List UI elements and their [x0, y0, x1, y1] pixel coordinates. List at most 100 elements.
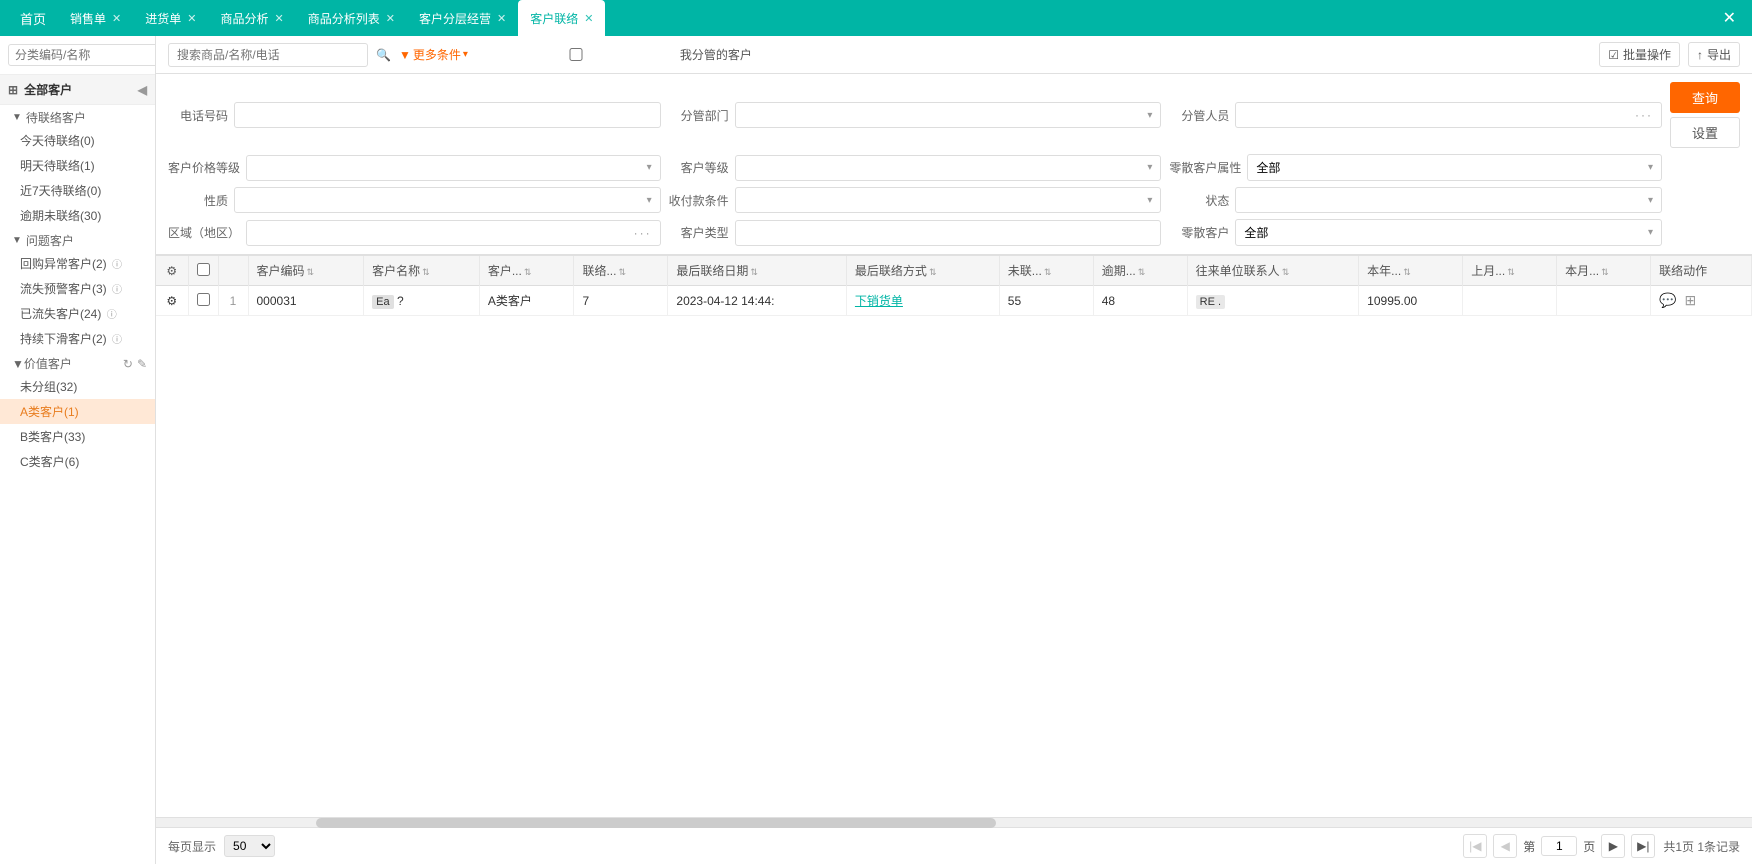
- search-button[interactable]: 🔍: [376, 48, 391, 62]
- sidebar-collapse-button[interactable]: ◀: [138, 83, 147, 97]
- row-gear[interactable]: ⚙: [156, 286, 188, 316]
- filter-row-3: 性质 ▾ 收付款条件 ▾ 状态: [168, 187, 1740, 213]
- my-customers-checkbox[interactable]: [476, 48, 676, 61]
- export-button[interactable]: ↑ 导出: [1688, 42, 1740, 67]
- sidebar-item-today-contact[interactable]: 今天待联络(0): [0, 128, 155, 153]
- row-last-contact-method[interactable]: 下销货单: [846, 286, 999, 316]
- sidebar-item-churn-warning[interactable]: 流失预警客户(3) ⓘ: [0, 276, 155, 301]
- sidebar-item-tomorrow-contact[interactable]: 明天待联络(1): [0, 153, 155, 178]
- nav-tab-sales[interactable]: 销售单 ✕: [58, 0, 133, 36]
- page-number-input[interactable]: [1541, 836, 1577, 856]
- nav-tab-customer-contact[interactable]: 客户联络 ✕: [518, 0, 605, 36]
- prev-page-button[interactable]: ◀: [1493, 834, 1517, 858]
- window-close-button[interactable]: ✕: [1715, 8, 1744, 28]
- retail-attr-chevron: ▾: [1648, 162, 1653, 173]
- message-icon[interactable]: 💬: [1659, 292, 1676, 309]
- info-icon-3: ⓘ: [107, 310, 117, 321]
- code-column-header[interactable]: 客户编码⇅: [248, 256, 364, 286]
- last-contact-date-column-header[interactable]: 最后联络日期⇅: [668, 256, 847, 286]
- my-customers-filter[interactable]: 我分管的客户: [476, 46, 752, 63]
- last-page-button[interactable]: ▶|: [1631, 834, 1655, 858]
- category-search-input[interactable]: [8, 44, 156, 66]
- this-month-column-header[interactable]: 本月...⇅: [1557, 256, 1651, 286]
- row-checkbox-cell[interactable]: [188, 286, 218, 316]
- nav-tab-analysis-list[interactable]: 商品分析列表 ✕: [296, 0, 407, 36]
- filter-row-4: 区域（地区） ··· 客户类型 零散客户 全部 ▾: [168, 219, 1740, 246]
- next-page-button[interactable]: ▶: [1601, 834, 1625, 858]
- select-all-checkbox[interactable]: [197, 263, 210, 276]
- row-uncontacted: 55: [999, 286, 1093, 316]
- this-year-column-header[interactable]: 本年...⇅: [1359, 256, 1463, 286]
- check-column-header[interactable]: [188, 256, 218, 286]
- method-sort-icon: ⇅: [929, 267, 937, 277]
- price-level-field: 客户价格等级 ▾: [168, 155, 661, 181]
- horizontal-scrollbar-track[interactable]: [156, 817, 1752, 827]
- overdue-column-header[interactable]: 逾期...⇅: [1093, 256, 1187, 286]
- value-customers-group-label: ▼ 价值客户 ↻ ✎: [0, 351, 155, 374]
- nav-tab-analysis[interactable]: 商品分析 ✕: [208, 0, 295, 36]
- sidebar-item-ungrouped[interactable]: 未分组(32): [0, 374, 155, 399]
- sidebar-item-churned[interactable]: 已流失客户(24) ⓘ: [0, 301, 155, 326]
- name-column-header[interactable]: 客户名称⇅: [364, 256, 480, 286]
- close-customer-contact-tab[interactable]: ✕: [584, 12, 593, 25]
- close-analysis-tab[interactable]: ✕: [275, 12, 284, 25]
- row-code[interactable]: 000031: [248, 286, 364, 316]
- nature-chevron: ▾: [647, 195, 652, 206]
- customer-level-label: 客户等级: [669, 159, 729, 176]
- close-sales-tab[interactable]: ✕: [112, 12, 121, 25]
- customer-level-column-header[interactable]: 客户...⇅: [479, 256, 574, 286]
- dept-input[interactable]: ▾: [735, 102, 1162, 128]
- filter-row-2: 客户价格等级 ▾ 客户等级 ▾ 零散客户属性 全部: [168, 154, 1740, 181]
- code-sort-icon: ⇅: [307, 267, 315, 277]
- close-customer-tier-tab[interactable]: ✕: [497, 12, 506, 25]
- sidebar-item-repurchase-abnormal[interactable]: 回购异常客户(2) ⓘ: [0, 251, 155, 276]
- horizontal-scrollbar-thumb[interactable]: [316, 818, 996, 828]
- batch-op-button[interactable]: ☑ 批量操作: [1599, 42, 1680, 67]
- refresh-icon[interactable]: ↻: [123, 357, 133, 371]
- gear-column-header[interactable]: ⚙: [156, 256, 188, 286]
- settings-button[interactable]: 设置: [1670, 117, 1740, 148]
- status-input[interactable]: ▾: [1235, 187, 1662, 213]
- qr-icon[interactable]: ⊞: [1685, 292, 1697, 309]
- all-customers-header[interactable]: ⊞ 全部客户 ◀: [0, 75, 155, 105]
- edit-icon[interactable]: ✎: [137, 357, 147, 371]
- first-page-button[interactable]: |◀: [1463, 834, 1487, 858]
- close-purchase-tab[interactable]: ✕: [187, 12, 196, 25]
- search-input[interactable]: [168, 43, 368, 67]
- sidebar-item-overdue-contact[interactable]: 逾期未联络(30): [0, 203, 155, 228]
- uncontacted-column-header[interactable]: 未联...⇅: [999, 256, 1093, 286]
- customer-type-input[interactable]: [735, 220, 1162, 246]
- customer-level-chevron: ▾: [1147, 162, 1152, 173]
- retail-customer-input[interactable]: 全部 ▾: [1235, 219, 1662, 246]
- sidebar-item-week-contact[interactable]: 近7天待联络(0): [0, 178, 155, 203]
- query-button[interactable]: 查询: [1670, 82, 1740, 113]
- per-page-select[interactable]: 50 100 200: [224, 835, 275, 857]
- pending-tri-icon: ▼: [12, 112, 22, 123]
- area-dots: ···: [634, 226, 652, 240]
- more-filters-button[interactable]: ▼ 更多条件 ▾: [399, 46, 468, 63]
- close-analysis-list-tab[interactable]: ✕: [386, 12, 395, 25]
- customer-level-input[interactable]: ▾: [735, 155, 1162, 181]
- nature-input[interactable]: ▾: [234, 187, 661, 213]
- last-month-column-header[interactable]: 上月...⇅: [1463, 256, 1557, 286]
- sidebar-item-class-c[interactable]: C类客户(6): [0, 449, 155, 474]
- contacts-column-header[interactable]: 往来单位联系人⇅: [1187, 256, 1359, 286]
- price-level-input[interactable]: ▾: [246, 155, 661, 181]
- sidebar-item-class-b[interactable]: B类客户(33): [0, 424, 155, 449]
- person-input[interactable]: ···: [1235, 102, 1662, 128]
- nav-home[interactable]: 首页: [8, 0, 58, 36]
- row-checkbox[interactable]: [197, 293, 210, 306]
- contact-count-column-header[interactable]: 联络...⇅: [574, 256, 668, 286]
- phone-input[interactable]: [234, 102, 661, 128]
- nav-tab-purchase[interactable]: 进货单 ✕: [133, 0, 208, 36]
- retail-attr-input[interactable]: 全部 ▾: [1247, 154, 1662, 181]
- sidebar-item-class-a[interactable]: A类客户(1): [0, 399, 155, 424]
- pay-condition-input[interactable]: ▾: [735, 187, 1162, 213]
- area-input[interactable]: ···: [246, 220, 661, 246]
- nav-tab-customer-tier[interactable]: 客户分层经营 ✕: [407, 0, 518, 36]
- row-actions: 💬 ⊞: [1651, 286, 1752, 316]
- sidebar-item-declining[interactable]: 持续下滑客户(2) ⓘ: [0, 326, 155, 351]
- pay-condition-chevron: ▾: [1147, 195, 1152, 206]
- price-level-label: 客户价格等级: [168, 159, 240, 176]
- last-contact-method-column-header[interactable]: 最后联络方式⇅: [846, 256, 999, 286]
